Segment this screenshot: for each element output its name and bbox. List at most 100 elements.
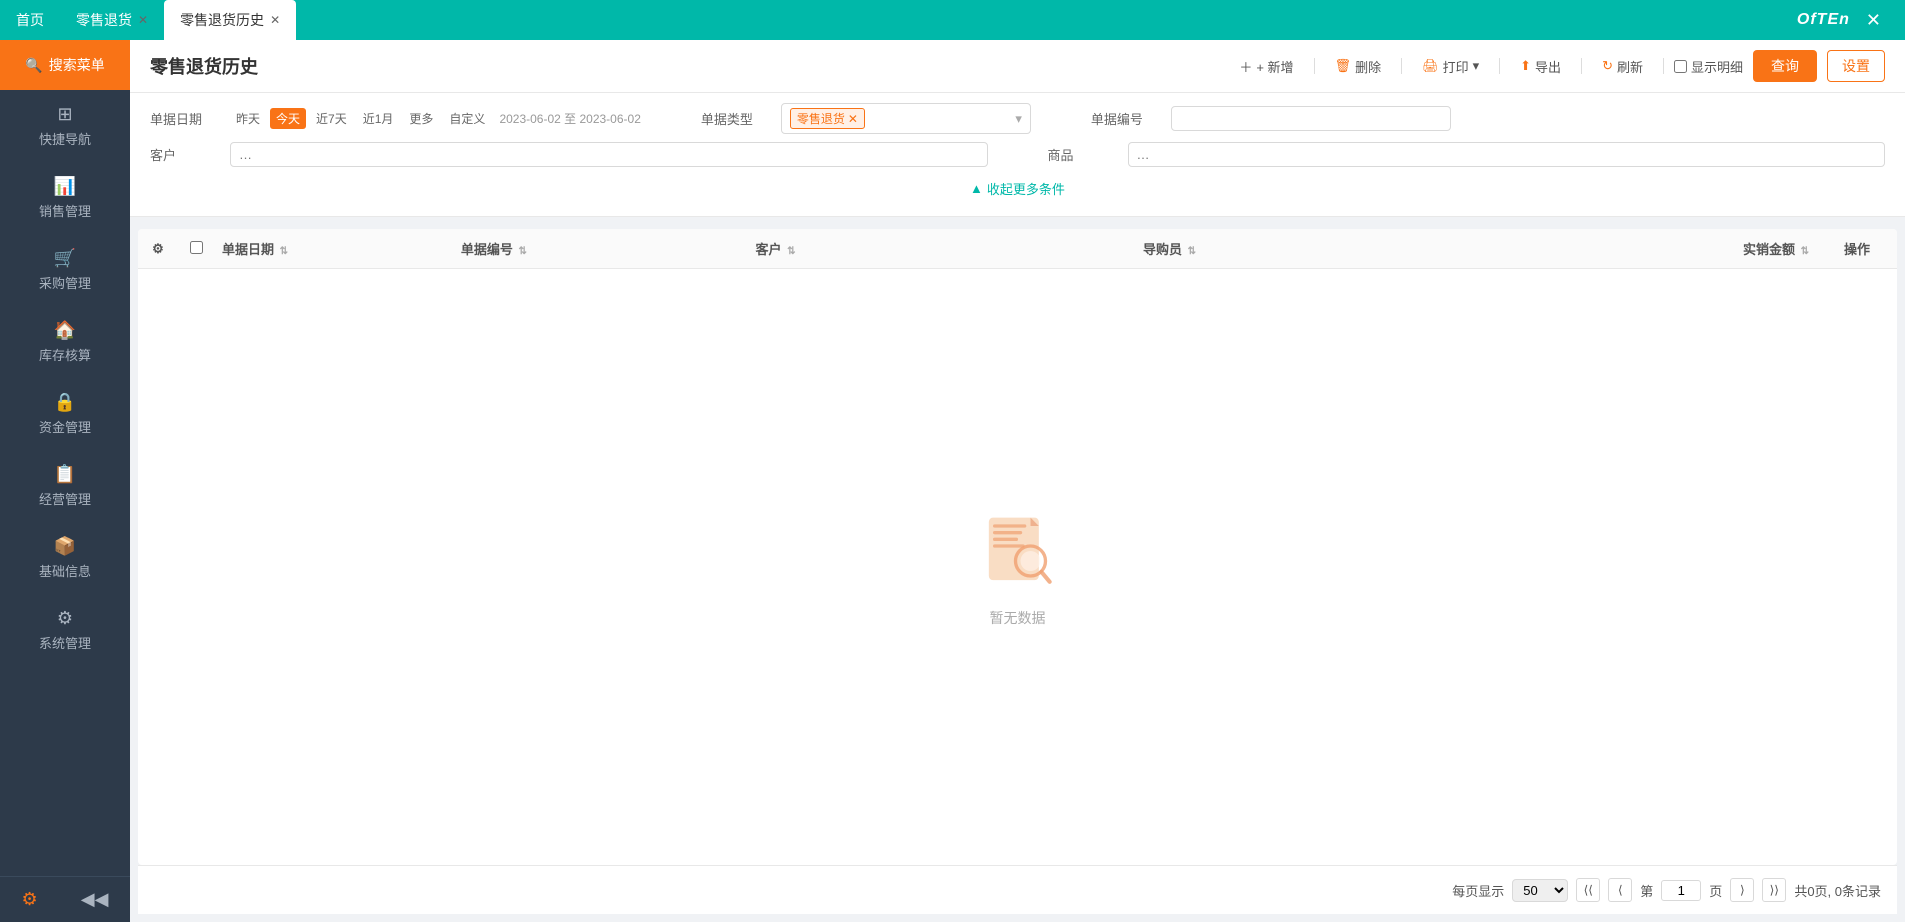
- tab-retail-return-history[interactable]: 零售退货历史 ✕: [164, 0, 296, 40]
- divider-4: [1581, 58, 1582, 74]
- refresh-button[interactable]: ↻ 刷新: [1592, 52, 1653, 81]
- th-amount-label: 实销金额: [1743, 242, 1795, 257]
- order-no-input[interactable]: [1171, 106, 1451, 131]
- th-customer[interactable]: 客户 ⇅: [747, 239, 1134, 258]
- sidebar-item-finance[interactable]: 🔒 资金管理: [0, 378, 130, 450]
- divider-5: [1663, 58, 1664, 74]
- collapse-button[interactable]: ▲ 收起更多条件: [970, 179, 1065, 198]
- settings-button[interactable]: 设置: [1827, 50, 1885, 82]
- sidebar-item-finance-label: 资金管理: [39, 417, 91, 436]
- delete-button[interactable]: 🗑 删除: [1325, 52, 1392, 81]
- tab-retail-return-history-label: 零售退货历史: [180, 10, 264, 30]
- tab-retail-return[interactable]: 零售退货 ✕: [60, 0, 164, 40]
- pagination-last-button[interactable]: ⟩⟩: [1762, 878, 1786, 902]
- empty-text: 暂无数据: [990, 608, 1046, 628]
- filter-area: 单据日期 昨天 今天 近7天 近1月 更多 自定义 2023-06-02 至 2…: [130, 93, 1905, 217]
- sidebar-search[interactable]: 🔍 搜索菜单: [0, 40, 130, 90]
- sidebar-item-sales[interactable]: 📊 销售管理: [0, 162, 130, 234]
- sidebar-item-inventory-label: 库存核算: [39, 345, 91, 364]
- export-button[interactable]: ⬆ 导出: [1510, 52, 1571, 81]
- divider-2: [1401, 58, 1402, 74]
- sidebar-volume-button[interactable]: ◀◀: [81, 889, 109, 910]
- toolbar: ＋ + 新增 🗑 删除 🖨 打印 ▾: [1229, 50, 1885, 82]
- type-tag-close[interactable]: ✕: [848, 112, 858, 126]
- pagination-page-input[interactable]: [1661, 880, 1701, 901]
- th-check[interactable]: [178, 241, 214, 257]
- pagination-next-button[interactable]: ⟩: [1730, 878, 1754, 902]
- th-guide-sort-icon: ⇅: [1188, 246, 1196, 257]
- system-icon: ⚙: [57, 608, 73, 629]
- new-icon: ＋: [1239, 57, 1252, 76]
- customer-input[interactable]: [230, 142, 988, 167]
- th-order[interactable]: 单据编号 ⇅: [453, 239, 748, 258]
- th-guide[interactable]: 导购员 ⇅: [1135, 239, 1430, 258]
- th-action-label: 操作: [1844, 242, 1870, 257]
- show-detail-input[interactable]: [1674, 60, 1687, 73]
- pagination-page-label: 第: [1640, 881, 1653, 900]
- brand-label: OfTEn: [1797, 11, 1850, 29]
- purchase-icon: 🛒: [54, 248, 76, 269]
- type-filter-select[interactable]: 零售退货 ✕ ▾: [781, 103, 1031, 134]
- th-date-label: 单据日期: [222, 242, 274, 257]
- type-tag[interactable]: 零售退货 ✕: [790, 108, 865, 129]
- date-btn-yesterday[interactable]: 昨天: [230, 108, 266, 129]
- sidebar-item-operations[interactable]: 📋 经营管理: [0, 450, 130, 522]
- window-close-button[interactable]: ✕: [1858, 10, 1889, 31]
- finance-icon: 🔒: [54, 392, 76, 413]
- tab-retail-return-close[interactable]: ✕: [138, 13, 148, 27]
- print-icon: 🖨: [1422, 58, 1439, 74]
- date-btn-more[interactable]: 更多: [403, 108, 439, 129]
- table-header: ⚙ 单据日期 ⇅ 单据编号 ⇅ 客户 ⇅: [138, 229, 1897, 269]
- show-detail-label: 显示明细: [1691, 57, 1743, 76]
- th-date-sort-icon: ⇅: [280, 246, 288, 257]
- select-all-checkbox[interactable]: [190, 241, 203, 254]
- type-filter-label: 单据类型: [701, 109, 761, 128]
- filter-row-1: 单据日期 昨天 今天 近7天 近1月 更多 自定义 2023-06-02 至 2…: [150, 103, 1885, 134]
- th-order-label: 单据编号: [461, 242, 513, 257]
- th-settings[interactable]: ⚙: [138, 241, 178, 257]
- show-detail-checkbox[interactable]: 显示明细: [1674, 57, 1743, 76]
- quick-nav-icon: ⊞: [57, 104, 72, 125]
- sidebar-item-quick-nav[interactable]: ⊞ 快捷导航: [0, 90, 130, 162]
- th-amount[interactable]: 实销金额 ⇅: [1615, 239, 1817, 258]
- new-button[interactable]: ＋ + 新增: [1229, 52, 1303, 81]
- divider-3: [1499, 58, 1500, 74]
- sidebar-item-purchase-label: 采购管理: [39, 273, 91, 292]
- date-btn-today[interactable]: 今天: [270, 108, 306, 129]
- print-button[interactable]: 🖨 打印 ▾: [1412, 52, 1489, 81]
- sidebar-item-basic-info[interactable]: 📦 基础信息: [0, 522, 130, 594]
- sidebar-item-inventory[interactable]: 🏠 库存核算: [0, 306, 130, 378]
- export-label: 导出: [1535, 57, 1561, 76]
- pagination-first-button[interactable]: ⟨⟨: [1576, 878, 1600, 902]
- th-order-sort-icon: ⇅: [519, 246, 527, 257]
- sidebar-item-system-label: 系统管理: [39, 633, 91, 652]
- goods-filter-label: 商品: [1048, 145, 1108, 164]
- sidebar-item-operations-label: 经营管理: [39, 489, 91, 508]
- tab-home[interactable]: 首页: [0, 0, 60, 40]
- sidebar-gear-button[interactable]: ⚙: [22, 889, 38, 910]
- date-btn-custom[interactable]: 自定义: [443, 108, 491, 129]
- sidebar-item-sales-label: 销售管理: [39, 201, 91, 220]
- tab-retail-return-history-close[interactable]: ✕: [270, 13, 280, 27]
- sidebar-item-purchase[interactable]: 🛒 采购管理: [0, 234, 130, 306]
- filter-date-buttons: 昨天 今天 近7天 近1月 更多 自定义 2023-06-02 至 2023-0…: [230, 108, 641, 129]
- divider-1: [1314, 58, 1315, 74]
- date-btn-7days[interactable]: 近7天: [310, 108, 353, 129]
- search-icon: 🔍: [25, 57, 42, 74]
- inventory-icon: 🏠: [54, 320, 76, 341]
- refresh-label: 刷新: [1617, 57, 1643, 76]
- sidebar-item-system[interactable]: ⚙ 系统管理: [0, 594, 130, 666]
- pagination: 每页显示 50 20 100 ⟨⟨ ⟨ 第 页 ⟩ ⟩⟩ 共0页, 0条记录: [138, 865, 1897, 914]
- new-label: + 新增: [1256, 57, 1293, 76]
- date-btn-1month[interactable]: 近1月: [357, 108, 400, 129]
- goods-input[interactable]: [1128, 142, 1886, 167]
- th-guide-label: 导购员: [1143, 242, 1182, 257]
- pagination-prev-button[interactable]: ⟨: [1608, 878, 1632, 902]
- th-date[interactable]: 单据日期 ⇅: [214, 239, 453, 258]
- date-filter-label: 单据日期: [150, 109, 210, 128]
- date-range-display: 2023-06-02 至 2023-06-02: [499, 110, 640, 127]
- customer-filter-label: 客户: [150, 145, 210, 164]
- query-button[interactable]: 查询: [1753, 50, 1817, 82]
- collapse-row: ▲ 收起更多条件: [150, 175, 1885, 206]
- page-size-select[interactable]: 50 20 100: [1512, 879, 1568, 902]
